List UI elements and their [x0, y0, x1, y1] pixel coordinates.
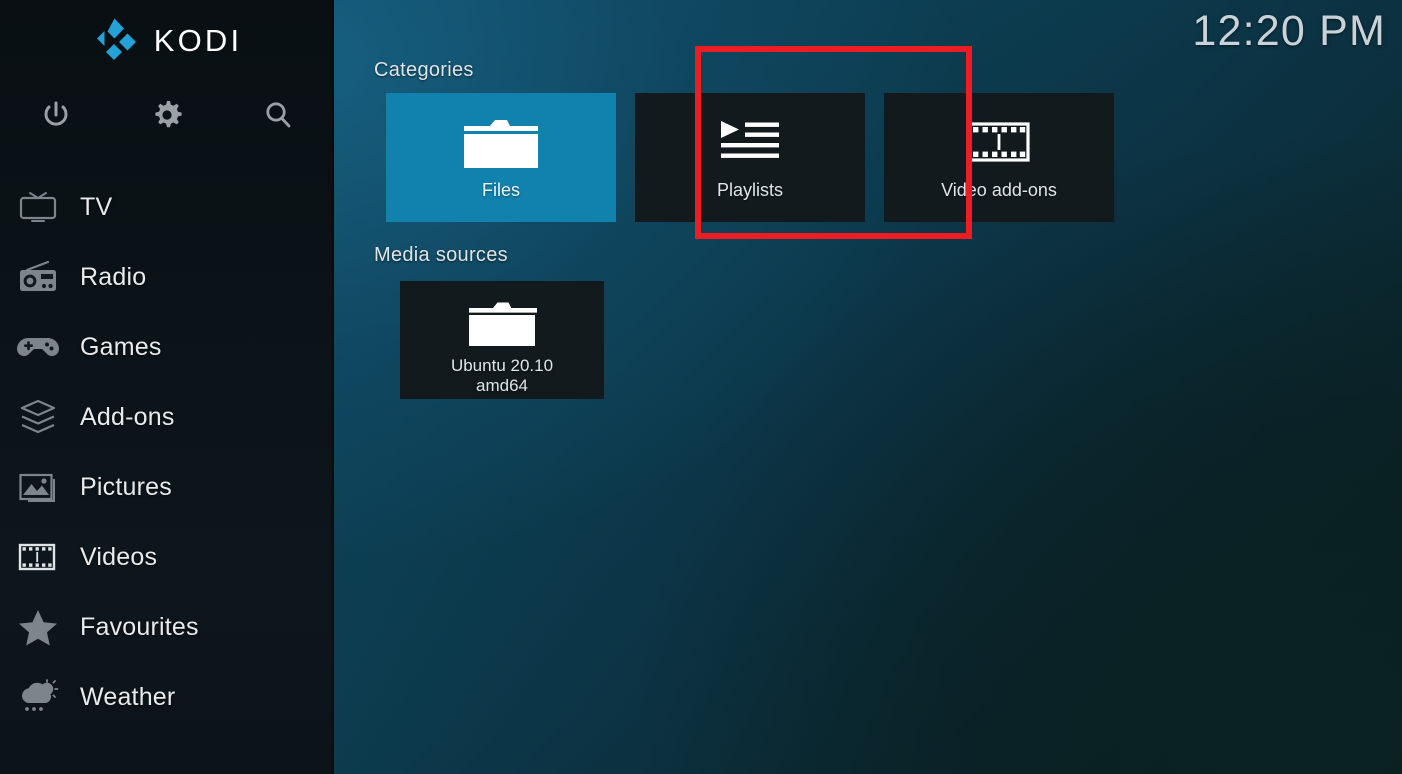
sidebar-item-videos[interactable]: Videos [0, 522, 334, 592]
main-content: Categories Files Playlists Video add-ons… [334, 0, 1402, 774]
sidebar-item-label: Favourites [80, 612, 199, 641]
sidebar-item-label: Weather [80, 682, 176, 711]
kodi-app-window: KODI TV Radio Games Add-ons Pictures Vid… [0, 0, 1402, 774]
kodi-logo-icon [92, 16, 140, 64]
tile-label: Files [481, 180, 520, 200]
categories-tile-row: Files Playlists Video add-ons [386, 93, 1114, 222]
sidebar-item-games[interactable]: Games [0, 312, 334, 382]
tile-video-addons[interactable]: Video add-ons [884, 93, 1114, 222]
sidebar-item-label: Radio [80, 262, 147, 291]
power-button[interactable] [0, 88, 111, 142]
media-sources-heading: Media sources [374, 244, 508, 266]
search-button[interactable] [222, 88, 333, 142]
sidebar-item-label: Games [80, 332, 162, 361]
app-name-label: KODI [153, 22, 243, 58]
sidebar-item-label: Pictures [80, 472, 172, 501]
folder-icon [462, 112, 540, 172]
cloud-sun-rain-icon [10, 675, 66, 719]
clock-time: 12:20 PM [1192, 7, 1386, 55]
picture-icon [10, 465, 66, 509]
film-strip-icon [968, 112, 1030, 172]
app-logo: KODI [0, 10, 334, 70]
package-box-icon [10, 395, 66, 439]
tile-media-source[interactable]: Ubuntu 20.10 amd64 [400, 281, 604, 399]
sidebar-item-weather[interactable]: Weather [0, 662, 334, 732]
settings-button[interactable] [111, 88, 222, 142]
tile-files[interactable]: Files [386, 93, 616, 222]
quick-actions [0, 88, 334, 142]
tile-label: Playlists [716, 180, 783, 200]
categories-heading: Categories [374, 59, 474, 81]
tile-label: Video add-ons [941, 180, 1057, 200]
gear-icon [150, 98, 184, 132]
sidebar-item-favourites[interactable]: Favourites [0, 592, 334, 662]
tile-label-line1: Ubuntu 20.10 [450, 356, 554, 375]
playlist-icon [719, 112, 781, 172]
sidebar: KODI TV Radio Games Add-ons Pictures Vid… [0, 0, 334, 774]
sidebar-menu: TV Radio Games Add-ons Pictures Videos F… [0, 172, 334, 732]
power-icon [40, 99, 72, 131]
tile-playlists[interactable]: Playlists [635, 93, 865, 222]
sidebar-item-label: Videos [80, 542, 158, 571]
film-strip-icon [10, 535, 66, 579]
sidebar-item-tv[interactable]: TV [0, 172, 334, 242]
search-icon [262, 99, 294, 131]
star-icon [10, 605, 66, 649]
sidebar-item-pictures[interactable]: Pictures [0, 452, 334, 522]
folder-icon [467, 296, 537, 350]
tile-label: Ubuntu 20.10 amd64 [400, 356, 604, 396]
radio-icon [10, 255, 66, 299]
sidebar-item-addons[interactable]: Add-ons [0, 382, 334, 452]
tile-label-line2: amd64 [476, 376, 528, 396]
gamepad-icon [10, 325, 66, 369]
sidebar-item-label: Add-ons [80, 402, 175, 431]
tv-icon [10, 185, 66, 229]
sidebar-item-radio[interactable]: Radio [0, 242, 334, 312]
sidebar-item-label: TV [80, 192, 113, 221]
media-sources-tile-row: Ubuntu 20.10 amd64 [400, 281, 604, 399]
